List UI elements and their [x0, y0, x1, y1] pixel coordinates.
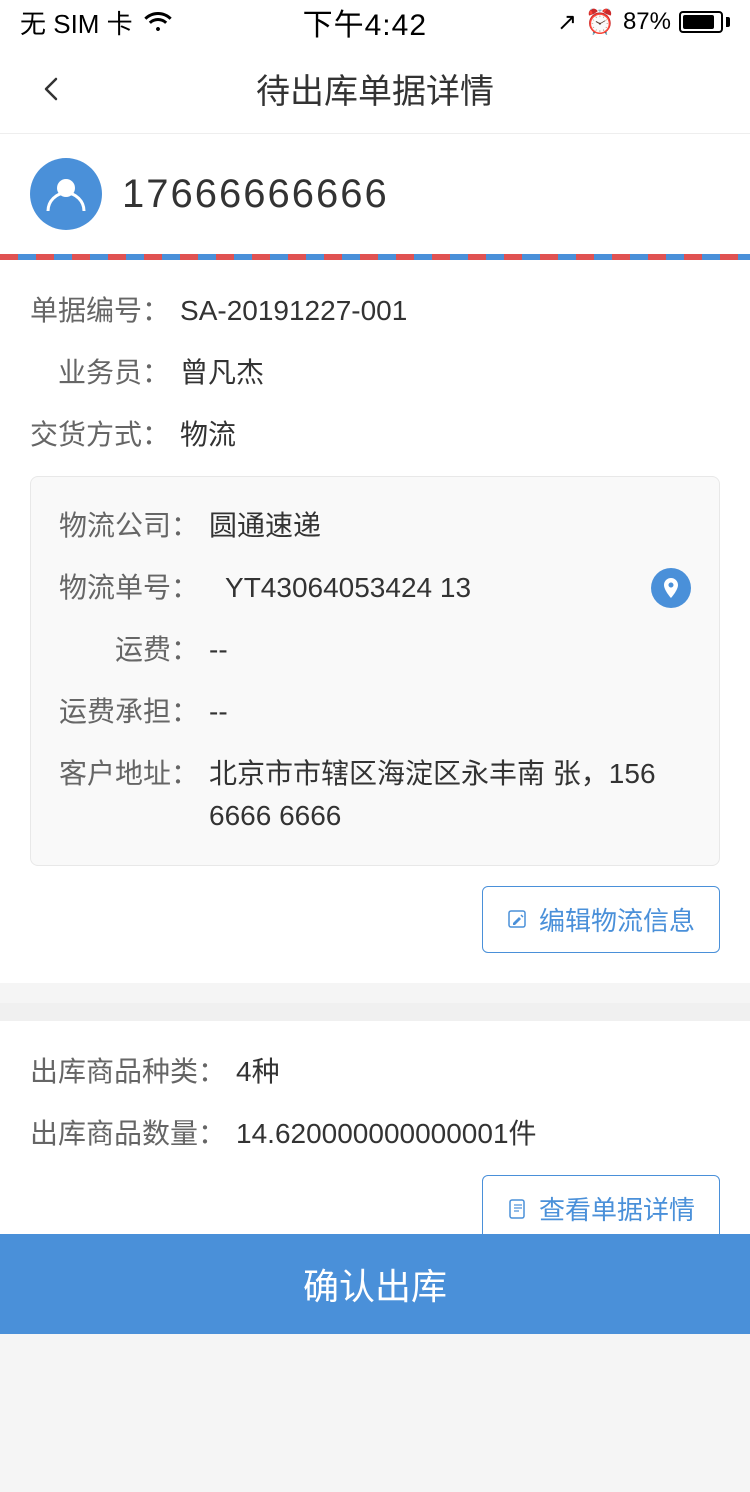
logistics-card: 物流公司： 圆通速递 物流单号： YT43064053424 13 运费： --… — [30, 476, 720, 866]
back-button[interactable] — [30, 67, 74, 111]
avatar — [30, 158, 102, 230]
address-label: 客户地址： — [59, 753, 199, 795]
status-bar: 无 SIM 卡 下午4:42 ↗ ⏰ 87% — [0, 0, 750, 44]
salesperson-label: 业务员： — [30, 352, 170, 394]
freight-row: 运费： -- — [59, 629, 691, 671]
tracking-row: 物流单号： YT43064053424 13 — [59, 567, 691, 609]
location-status-icon: ↗ — [557, 8, 577, 37]
battery-percent: 87% — [623, 8, 671, 36]
order-no-label: 单据编号： — [30, 290, 170, 332]
page-title: 待出库单据详情 — [256, 64, 494, 113]
user-phone: 17666666666 — [122, 172, 389, 217]
alarm-icon: ⏰ — [585, 8, 615, 37]
freight-bearer-label: 运费承担： — [59, 691, 199, 733]
logistics-company-label: 物流公司： — [59, 505, 199, 547]
logistics-company-row: 物流公司： 圆通速递 — [59, 505, 691, 547]
confirm-outbound-button[interactable]: 确认出库 — [0, 1234, 750, 1334]
goods-quantity-label: 出库商品数量： — [30, 1113, 226, 1155]
goods-type-label: 出库商品种类： — [30, 1051, 226, 1093]
tracking-location-icon[interactable] — [651, 568, 691, 608]
wifi-icon — [143, 7, 173, 38]
freight-label: 运费： — [59, 629, 199, 671]
edit-logistics-label: 编辑物流信息 — [539, 901, 695, 938]
tracking-label: 物流单号： — [59, 567, 199, 609]
sim-status: 无 SIM 卡 — [20, 4, 133, 41]
freight-value: -- — [209, 629, 691, 671]
freight-bearer-row: 运费承担： -- — [59, 691, 691, 733]
document-icon — [507, 1198, 529, 1220]
salesperson-value: 曾凡杰 — [180, 352, 720, 394]
user-header: 17666666666 — [0, 134, 750, 254]
nav-bar: 待出库单据详情 — [0, 44, 750, 134]
freight-bearer-value: -- — [209, 691, 691, 733]
order-no-value: SA-20191227-001 — [180, 290, 720, 332]
section-divider — [0, 1003, 750, 1021]
status-time: 下午4:42 — [303, 0, 427, 44]
goods-quantity-value: 14.620000000000001件 — [236, 1113, 720, 1155]
view-details-button[interactable]: 查看单据详情 — [482, 1175, 720, 1242]
tracking-value: YT43064053424 13 — [225, 567, 635, 609]
logistics-company-value: 圆通速递 — [209, 505, 691, 547]
basic-info-section: 单据编号： SA-20191227-001 业务员： 曾凡杰 交货方式： 物流 … — [0, 260, 750, 983]
address-value: 北京市市辖区海淀区永丰南 张，156 6666 6666 — [209, 753, 691, 837]
status-right: ↗ ⏰ 87% — [557, 8, 730, 37]
goods-quantity-row: 出库商品数量： 14.620000000000001件 — [30, 1113, 720, 1155]
edit-logistics-button[interactable]: 编辑物流信息 — [482, 886, 720, 953]
edit-icon — [507, 909, 529, 931]
goods-type-value: 4种 — [236, 1051, 720, 1093]
delivery-label: 交货方式： — [30, 414, 170, 456]
view-details-label: 查看单据详情 — [539, 1190, 695, 1227]
order-no-row: 单据编号： SA-20191227-001 — [30, 290, 720, 332]
edit-btn-container: 编辑物流信息 — [30, 886, 720, 953]
confirm-outbound-label: 确认出库 — [303, 1258, 447, 1310]
view-details-container: 查看单据详情 — [30, 1175, 720, 1242]
address-row: 客户地址： 北京市市辖区海淀区永丰南 张，156 6666 6666 — [59, 753, 691, 837]
status-left: 无 SIM 卡 — [20, 4, 173, 41]
salesperson-row: 业务员： 曾凡杰 — [30, 352, 720, 394]
battery-icon — [679, 11, 730, 33]
goods-type-row: 出库商品种类： 4种 — [30, 1051, 720, 1093]
delivery-value: 物流 — [180, 414, 720, 456]
delivery-row: 交货方式： 物流 — [30, 414, 720, 456]
